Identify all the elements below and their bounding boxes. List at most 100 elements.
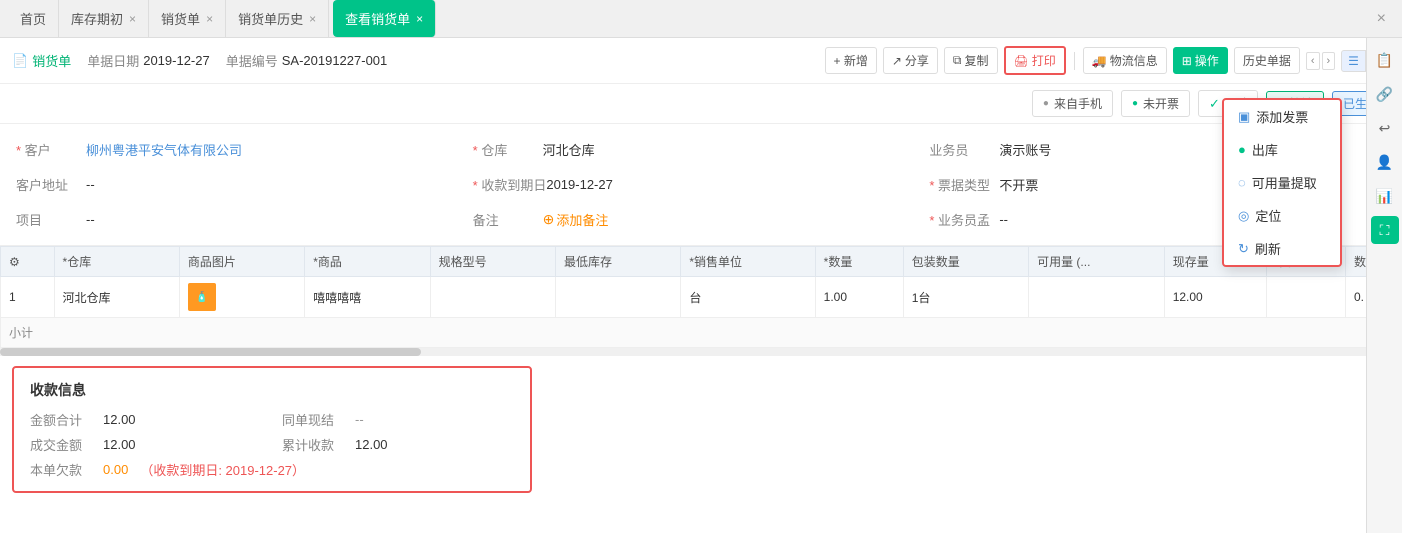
print-button[interactable]: 🖨 打印 bbox=[1004, 46, 1066, 75]
close-icon[interactable]: × bbox=[309, 12, 316, 26]
add-note-button[interactable]: ⊕ 添加备注 bbox=[543, 210, 609, 229]
deal-amount-value: 12.00 bbox=[103, 437, 136, 452]
grid-icon: ⊞ bbox=[1182, 54, 1192, 68]
same-order-label: 同单现结 bbox=[282, 410, 347, 429]
same-order-row: 同单现结 -- bbox=[282, 410, 514, 429]
close-icon[interactable]: × bbox=[416, 12, 423, 26]
add-invoice-item[interactable]: ▣ 添加发票 bbox=[1224, 100, 1340, 133]
customer-label: 客户 bbox=[16, 140, 86, 159]
salesperson-label: 业务员孟 bbox=[929, 210, 999, 229]
locate-icon: ◎ bbox=[1238, 208, 1249, 224]
invoice-icon: ▣ bbox=[1238, 109, 1250, 125]
owed-label: 本单欠款 bbox=[30, 460, 95, 479]
sidebar-icon-expand[interactable]: ⛶ bbox=[1371, 216, 1399, 244]
nav-arrows: ‹ › bbox=[1306, 52, 1335, 70]
copy-icon: ⧉ bbox=[953, 53, 962, 68]
can-take-icon: ◌ bbox=[1238, 175, 1246, 190]
owed-value: 0.00 bbox=[103, 462, 128, 477]
cell-available bbox=[1029, 277, 1165, 318]
invoice-label: 票据类型 bbox=[929, 175, 999, 194]
due-date-row: 收款到期日 2019-12-27 bbox=[473, 171, 930, 198]
close-icon[interactable]: × bbox=[206, 12, 213, 26]
table-row: 1 河北仓库 🧴 嘻嘻嘻嘻 台 1.00 1台 12.00 0. bbox=[1, 277, 1402, 318]
staff-value: 演示账号 bbox=[999, 140, 1051, 159]
can-take-item[interactable]: ◌ 可用量提取 bbox=[1224, 166, 1340, 199]
list-view-button[interactable]: ☰ bbox=[1341, 50, 1366, 72]
cell-price bbox=[1266, 277, 1345, 318]
sidebar-icon-chart[interactable]: 📊 bbox=[1371, 182, 1399, 210]
col-gear[interactable]: ⚙ bbox=[1, 247, 55, 277]
share-button[interactable]: ↗ 分享 bbox=[883, 47, 938, 74]
locate-item[interactable]: ◎ 定位 bbox=[1224, 199, 1340, 232]
notes-row: 备注 ⊕ 添加备注 bbox=[473, 206, 930, 233]
notes-label: 备注 bbox=[473, 210, 543, 229]
col-product: *商品 bbox=[305, 247, 430, 277]
warehouse-value: 河北仓库 bbox=[543, 140, 595, 159]
cell-spec bbox=[430, 277, 555, 318]
logistics-button[interactable]: 🚚 物流信息 bbox=[1083, 47, 1167, 74]
window-close-button[interactable]: × bbox=[1369, 10, 1394, 28]
col-min-stock: 最低库存 bbox=[555, 247, 680, 277]
print-icon: 🖨 bbox=[1014, 54, 1029, 68]
right-sidebar: 📋 🔗 ↩ 👤 📊 ⛶ bbox=[1366, 38, 1402, 533]
next-button[interactable]: › bbox=[1322, 52, 1336, 70]
total-value: 12.00 bbox=[103, 412, 136, 427]
second-toolbar: 来自手机 未开票 ✓ 已对 已核销 已生效 bbox=[0, 84, 1402, 124]
not-open-button[interactable]: 未开票 bbox=[1121, 90, 1190, 117]
new-button[interactable]: + 新增 bbox=[825, 47, 877, 74]
cell-product: 嘻嘻嘻嘻 bbox=[305, 277, 430, 318]
horizontal-scrollbar[interactable] bbox=[0, 348, 1402, 356]
copy-button[interactable]: ⧉ 复制 bbox=[944, 47, 998, 74]
cell-img: 🧴 bbox=[179, 277, 304, 318]
out-stock-item[interactable]: ● 出库 bbox=[1224, 133, 1340, 166]
product-image: 🧴 bbox=[188, 283, 216, 311]
cumulative-value: 12.00 bbox=[355, 437, 388, 452]
owed-row: 本单欠款 0.00 （收款到期日: 2019-12-27） bbox=[30, 460, 514, 479]
project-row: 项目 -- bbox=[16, 206, 473, 233]
sidebar-icon-user[interactable]: 👤 bbox=[1371, 148, 1399, 176]
col-warehouse: *仓库 bbox=[54, 247, 179, 277]
cell-unit: 台 bbox=[681, 277, 815, 318]
address-row: 客户地址 -- bbox=[16, 171, 473, 198]
share-icon: ↗ bbox=[892, 54, 902, 68]
col-unit: *销售单位 bbox=[681, 247, 815, 277]
due-date-value: 2019-12-27 bbox=[546, 177, 613, 192]
total-row: 金额合计 12.00 bbox=[30, 410, 262, 429]
tab-inventory-init[interactable]: 库存期初 × bbox=[59, 0, 149, 37]
tab-sales-order[interactable]: 销货单 × bbox=[149, 0, 226, 37]
tab-view-sales-order[interactable]: 查看销货单 × bbox=[333, 0, 436, 37]
tab-sales-history[interactable]: 销货单历史 × bbox=[226, 0, 329, 37]
doc-date: 单据日期 2019-12-27 bbox=[87, 51, 210, 70]
scroll-thumb[interactable] bbox=[0, 348, 421, 356]
cell-warehouse: 河北仓库 bbox=[54, 277, 179, 318]
due-date-label: 收款到期日 bbox=[473, 175, 547, 194]
col-pack: 包装数量 bbox=[903, 247, 1028, 277]
customer-value[interactable]: 柳州粤港平安气体有限公司 bbox=[86, 140, 242, 159]
cumulative-label: 累计收款 bbox=[282, 435, 347, 454]
same-order-value: -- bbox=[355, 412, 364, 427]
history-button[interactable]: 历史单据 bbox=[1234, 47, 1300, 74]
products-table: ⚙ *仓库 商品图片 *商品 规格型号 最低库存 *销售单位 *数量 包装数量 … bbox=[0, 246, 1402, 348]
table-wrapper: ⚙ *仓库 商品图片 *商品 规格型号 最低库存 *销售单位 *数量 包装数量 … bbox=[0, 246, 1402, 356]
customer-row: 客户 柳州粤港平安气体有限公司 bbox=[16, 136, 473, 163]
close-icon[interactable]: × bbox=[129, 12, 136, 26]
deal-amount-label: 成交金额 bbox=[30, 435, 95, 454]
operation-button[interactable]: ⊞ 操作 bbox=[1173, 47, 1228, 74]
payment-grid: 金额合计 12.00 同单现结 -- 成交金额 12.00 累计收款 12.00… bbox=[30, 410, 514, 479]
refresh-item[interactable]: ↻ 刷新 bbox=[1224, 232, 1340, 265]
sidebar-icon-link[interactable]: 🔗 bbox=[1371, 80, 1399, 108]
payment-title: 收款信息 bbox=[30, 380, 514, 400]
staff-label: 业务员 bbox=[929, 140, 999, 159]
doc-header: 📄 销货单 单据日期 2019-12-27 单据编号 SA-20191227-0… bbox=[0, 38, 1402, 84]
sidebar-icon-return[interactable]: ↩ bbox=[1371, 114, 1399, 142]
prev-button[interactable]: ‹ bbox=[1306, 52, 1320, 70]
address-label: 客户地址 bbox=[16, 175, 86, 194]
warehouse-row: 仓库 河北仓库 bbox=[473, 136, 930, 163]
cell-pack: 1台 bbox=[903, 277, 1028, 318]
doc-type-label: 📄 销货单 bbox=[12, 51, 71, 70]
from-phone-button[interactable]: 来自手机 bbox=[1032, 90, 1113, 117]
tab-bar: 首页 库存期初 × 销货单 × 销货单历史 × 查看销货单 × × bbox=[0, 0, 1402, 38]
tab-home[interactable]: 首页 bbox=[8, 0, 59, 37]
refresh-icon: ↻ bbox=[1238, 241, 1249, 257]
sidebar-icon-list[interactable]: 📋 bbox=[1371, 46, 1399, 74]
